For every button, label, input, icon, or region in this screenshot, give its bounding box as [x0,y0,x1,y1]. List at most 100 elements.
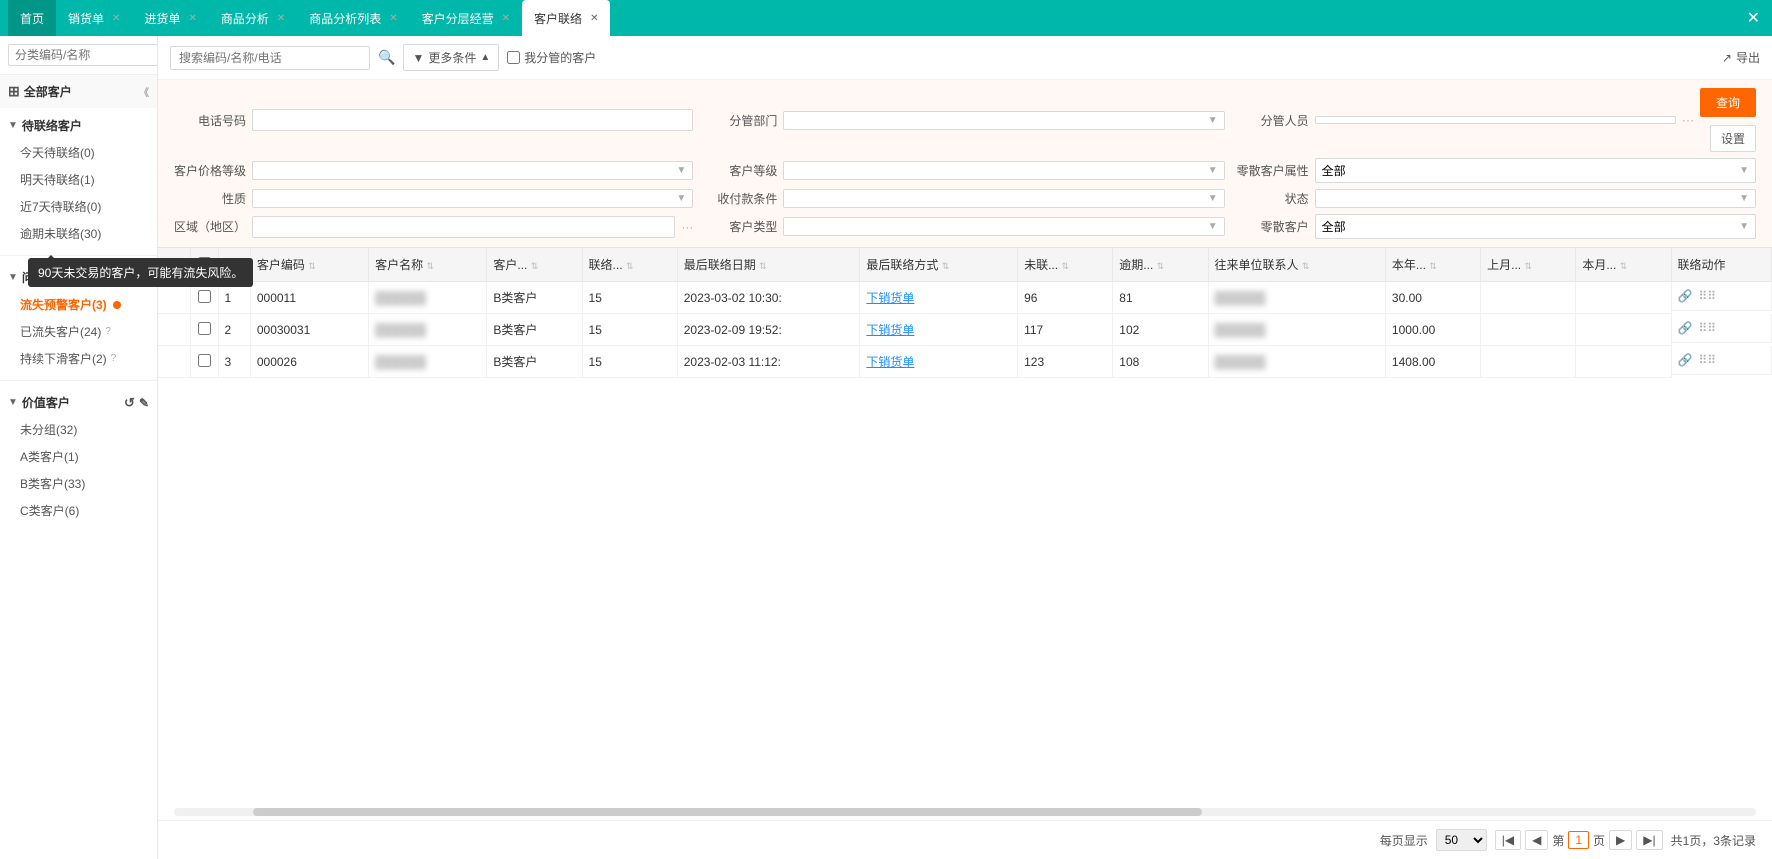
tab-purchase-close[interactable]: ✕ [188,13,196,24]
sort-icon-contacts[interactable]: ⇅ [1302,261,1310,271]
last-page-button[interactable]: ▶| [1636,830,1662,850]
nature-select[interactable]: ▼ [252,189,693,208]
sort-icon-last-way[interactable]: ⇅ [942,261,950,271]
refresh-icon[interactable]: ↺ [124,395,135,411]
tab-sales[interactable]: 销货单 ✕ [56,0,132,36]
region-input[interactable] [252,216,675,238]
col-last-date[interactable]: 最后联络日期 ⇅ [677,248,860,282]
action-more-icon[interactable]: ⠿⠿ [1698,353,1716,367]
sidebar-item-b-class[interactable]: B类客户(33) [0,470,157,497]
tab-customer-tier-close[interactable]: ✕ [502,13,510,24]
tab-home[interactable]: 首页 [8,0,56,36]
col-type[interactable]: 客户... ⇅ [487,248,582,282]
action-link-icon[interactable]: 🔗 [1678,353,1693,367]
tab-customer-tier[interactable]: 客户分层经营 ✕ [410,0,522,36]
col-this-month[interactable]: 本月... ⇅ [1576,248,1671,282]
sidebar-item-overdue[interactable]: 逾期未联络(30) [0,220,157,247]
action-more-icon[interactable]: ⠿⠿ [1698,289,1716,303]
sidebar-all-customers[interactable]: ⊞ 全部客户 《 [0,75,157,108]
row-action[interactable]: 🔗 ⠿⠿ [1672,346,1772,375]
row-last-way[interactable]: 下销货单 [860,314,1018,346]
region-dots[interactable]: ··· [681,220,693,234]
cust-type-select[interactable]: ▼ [783,217,1224,236]
tab-analysis-list[interactable]: 商品分析列表 ✕ [297,0,409,36]
sort-icon-no-contact[interactable]: ⇅ [1061,261,1069,271]
tab-customer-link[interactable]: 客户联络 ✕ [522,0,610,36]
collapse-icon[interactable]: 《 [139,84,149,99]
col-contacts[interactable]: 往来单位联系人 ⇅ [1208,248,1385,282]
sort-icon-last-date[interactable]: ⇅ [759,261,767,271]
tab-analysis[interactable]: 商品分析 ✕ [209,0,297,36]
row-action[interactable]: 🔗 ⠿⠿ [1672,282,1772,311]
sidebar-item-downtrend[interactable]: 持续下滑客户(2) ? [0,345,157,372]
zero-cust-select[interactable]: 全部 ▼ [1315,214,1756,239]
col-overdue[interactable]: 逾期... ⇅ [1113,248,1208,282]
filter-search-button[interactable]: 🔍 [378,49,395,66]
sort-icon-code[interactable]: ⇅ [308,261,316,271]
tab-sales-close[interactable]: ✕ [112,13,120,24]
col-this-year[interactable]: 本年... ⇅ [1385,248,1480,282]
row-last-way[interactable]: 下销货单 [860,282,1018,314]
row-checkbox[interactable] [190,314,218,346]
sidebar-item-week[interactable]: 近7天待联络(0) [0,193,157,220]
sidebar-item-a-class[interactable]: A类客户(1) [0,443,157,470]
dept-select[interactable]: ▼ [783,111,1224,130]
filter-my-customers[interactable]: 我分管的客户 [507,49,596,66]
sidebar-item-lost[interactable]: 已流失客户(24) ? [0,318,157,345]
setting-button[interactable]: 设置 [1710,125,1756,152]
phone-input[interactable] [252,109,693,131]
col-contact[interactable]: 联络... ⇅ [582,248,677,282]
row-last-way[interactable]: 下销货单 [860,346,1018,378]
sort-icon-last-month[interactable]: ⇅ [1524,261,1532,271]
export-icon: ↗ [1722,51,1732,65]
sidebar-group-pending-title[interactable]: ▼ 待联络客户 [0,112,157,139]
col-last-way[interactable]: 最后联络方式 ⇅ [860,248,1018,282]
cust-tier-select[interactable]: ▼ [783,161,1224,180]
price-tier-select[interactable]: ▼ [252,161,693,180]
per-page-select[interactable]: 50 100 200 [1436,829,1487,851]
tab-purchase[interactable]: 进货单 ✕ [132,0,208,36]
sort-icon-this-year[interactable]: ⇅ [1429,261,1437,271]
sidebar-item-ungroup[interactable]: 未分组(32) [0,416,157,443]
sort-icon-name[interactable]: ⇅ [426,261,434,271]
row-checkbox[interactable] [190,346,218,378]
action-link-icon[interactable]: 🔗 [1678,289,1693,303]
col-code[interactable]: 客户编码 ⇅ [250,248,368,282]
status-select[interactable]: ▼ [1315,189,1756,208]
sort-icon-overdue[interactable]: ⇅ [1157,261,1165,271]
sidebar-item-c-class[interactable]: C类客户(6) [0,497,157,524]
close-window-button[interactable]: ✕ [1747,8,1772,28]
sidebar-item-losing-pre[interactable]: 流失预警客户(3) [0,291,157,318]
scrollbar-thumb[interactable] [253,808,1202,816]
export-button[interactable]: ↗ 导出 [1722,49,1760,66]
person-dots[interactable]: ··· [1682,113,1694,127]
col-name[interactable]: 客户名称 ⇅ [369,248,487,282]
sidebar-group-valued-title[interactable]: ▼ 价值客户 ↺ ✎ [0,389,157,416]
my-customers-checkbox[interactable] [507,51,520,64]
tab-analysis-close[interactable]: ✕ [277,13,285,24]
sort-icon-this-month[interactable]: ⇅ [1620,261,1628,271]
edit-icon[interactable]: ✎ [139,396,149,410]
col-no-contact[interactable]: 未联... ⇅ [1018,248,1113,282]
prev-page-button[interactable]: ◀ [1525,830,1548,850]
payment-select[interactable]: ▼ [783,189,1224,208]
sidebar-search-input[interactable] [8,44,158,66]
action-more-icon[interactable]: ⠿⠿ [1698,321,1716,335]
row-action[interactable]: 🔗 ⠿⠿ [1672,314,1772,343]
filter-search-input[interactable] [170,46,370,70]
first-page-button[interactable]: |◀ [1495,830,1521,850]
sort-icon-type[interactable]: ⇅ [531,261,539,271]
tab-analysis-list-close[interactable]: ✕ [389,13,397,24]
next-page-button[interactable]: ▶ [1609,830,1632,850]
sidebar-item-tomorrow[interactable]: 明天待联络(1) [0,166,157,193]
query-button[interactable]: 查询 [1700,88,1756,117]
person-select[interactable] [1315,116,1676,124]
action-link-icon[interactable]: 🔗 [1678,321,1693,335]
col-last-month[interactable]: 上月... ⇅ [1481,248,1576,282]
filter-more-button[interactable]: ▼ 更多条件 ▲ [403,44,499,71]
sort-icon-contact[interactable]: ⇅ [626,261,634,271]
zero-attr-select[interactable]: 全部 ▼ [1315,158,1756,183]
sidebar-item-today[interactable]: 今天待联络(0) [0,139,157,166]
horizontal-scrollbar[interactable] [174,808,1756,816]
tab-customer-link-close[interactable]: ✕ [590,13,598,24]
